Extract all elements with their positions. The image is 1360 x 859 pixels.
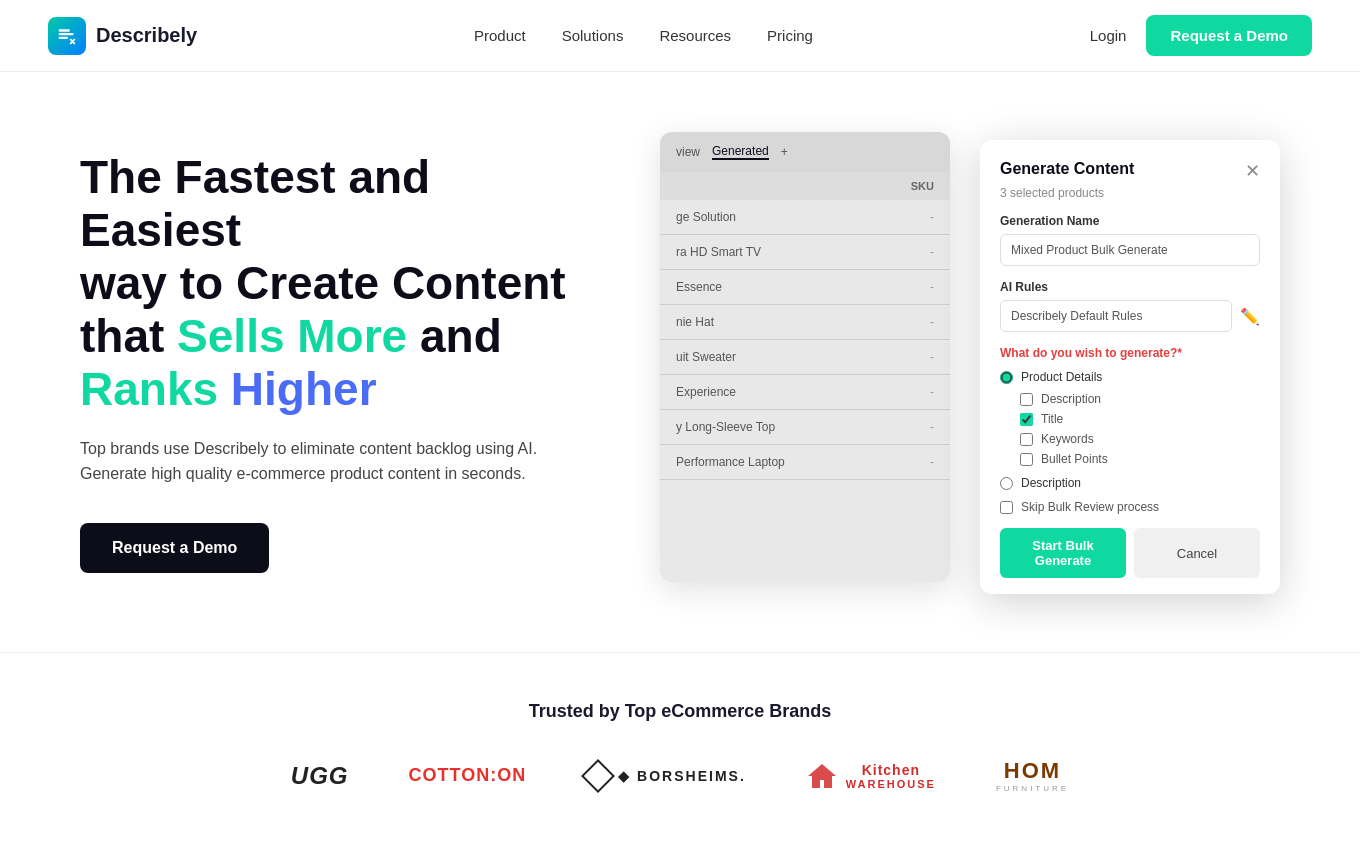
table-row: nie Hat -	[660, 305, 950, 340]
tab-view[interactable]: view	[676, 145, 700, 159]
radio-product-details-group: Product Details Description Title	[1000, 370, 1260, 490]
mockup-tabs: view Generated +	[660, 132, 950, 172]
sku-header: SKU	[660, 172, 950, 200]
checkbox-title[interactable]: Title	[1020, 412, 1260, 426]
radio-description[interactable]: Description	[1000, 476, 1260, 490]
close-icon[interactable]: ✕	[1245, 160, 1260, 182]
tab-generated[interactable]: Generated	[712, 144, 769, 160]
hero-subtitle: Top brands use Describely to eliminate c…	[80, 436, 600, 487]
nav-resources[interactable]: Resources	[659, 27, 731, 44]
ai-rules-row: Describely Default Rules ✏️	[1000, 300, 1260, 332]
request-demo-button-hero[interactable]: Request a Demo	[80, 523, 269, 573]
checkbox-description[interactable]: Description	[1020, 392, 1260, 406]
table-row: Experience -	[660, 375, 950, 410]
trusted-section: Trusted by Top eCommerce Brands UGG COTT…	[0, 652, 1360, 841]
gen-panel-title: Generate Content	[1000, 160, 1134, 178]
table-row: uit Sweater -	[660, 340, 950, 375]
what-generate-label: What do you wish to generate?*	[1000, 346, 1260, 360]
start-bulk-generate-button[interactable]: Start Bulk Generate	[1000, 528, 1126, 578]
edit-icon[interactable]: ✏️	[1240, 307, 1260, 326]
nav-actions: Login Request a Demo	[1090, 15, 1312, 56]
brand-kitchen-warehouse: Kitchen WAREHOUSE	[806, 760, 936, 792]
tab-add[interactable]: +	[781, 145, 788, 159]
nav-product[interactable]: Product	[474, 27, 526, 44]
login-link[interactable]: Login	[1090, 27, 1127, 44]
table-row: Performance Laptop -	[660, 445, 950, 480]
logo-icon	[48, 17, 86, 55]
generate-content-panel: Generate Content ✕ 3 selected products G…	[980, 140, 1280, 594]
hero-section: The Fastest and Easiest way to Create Co…	[0, 72, 1360, 652]
logo-link[interactable]: Describely	[48, 17, 197, 55]
table-row: ra HD Smart TV -	[660, 235, 950, 270]
skip-bulk-review[interactable]: Skip Bulk Review process	[1000, 500, 1260, 514]
gen-name-input[interactable]	[1000, 234, 1260, 266]
ai-rules-label: AI Rules	[1000, 280, 1260, 294]
table-row: y Long-Sleeve Top -	[660, 410, 950, 445]
selected-products-label: 3 selected products	[1000, 186, 1260, 200]
borsheims-diamond-icon	[581, 759, 615, 793]
mockup-product-list: view Generated + SKU ge Solution - ra HD…	[660, 132, 950, 582]
brand-hom: HOMFURNITURE	[996, 758, 1069, 793]
checkbox-group: Description Title Keywords Bullet P	[1000, 392, 1260, 466]
cancel-button[interactable]: Cancel	[1134, 528, 1260, 578]
checkbox-keywords[interactable]: Keywords	[1020, 432, 1260, 446]
nav-solutions[interactable]: Solutions	[562, 27, 624, 44]
gen-actions: Start Bulk Generate Cancel	[1000, 528, 1260, 578]
request-demo-button-nav[interactable]: Request a Demo	[1146, 15, 1312, 56]
kitchen-warehouse-icon	[806, 760, 838, 792]
nav-pricing[interactable]: Pricing	[767, 27, 813, 44]
gen-panel-header: Generate Content ✕	[1000, 160, 1260, 182]
nav-links: Product Solutions Resources Pricing	[474, 27, 813, 44]
hero-title: The Fastest and Easiest way to Create Co…	[80, 151, 600, 415]
brand-borsheims: ◆ BORSHEIMS.	[586, 764, 746, 788]
ai-rules-select[interactable]: Describely Default Rules	[1000, 300, 1232, 332]
hero-left: The Fastest and Easiest way to Create Co…	[80, 151, 600, 573]
navbar: Describely Product Solutions Resources P…	[0, 0, 1360, 72]
brand-cotton-on: COTTON:ON	[409, 765, 527, 786]
trusted-title: Trusted by Top eCommerce Brands	[80, 701, 1280, 722]
table-row: Essence -	[660, 270, 950, 305]
trusted-logos: UGG COTTON:ON ◆ BORSHEIMS. Kitchen WAREH…	[80, 758, 1280, 793]
brand-ugg: UGG	[291, 762, 349, 790]
logo-text: Describely	[96, 24, 197, 47]
gen-name-label: Generation Name	[1000, 214, 1260, 228]
radio-product-details[interactable]: Product Details	[1000, 370, 1260, 384]
table-row: ge Solution -	[660, 200, 950, 235]
checkbox-bullet-points[interactable]: Bullet Points	[1020, 452, 1260, 466]
hero-mockup: view Generated + SKU ge Solution - ra HD…	[660, 132, 1280, 592]
